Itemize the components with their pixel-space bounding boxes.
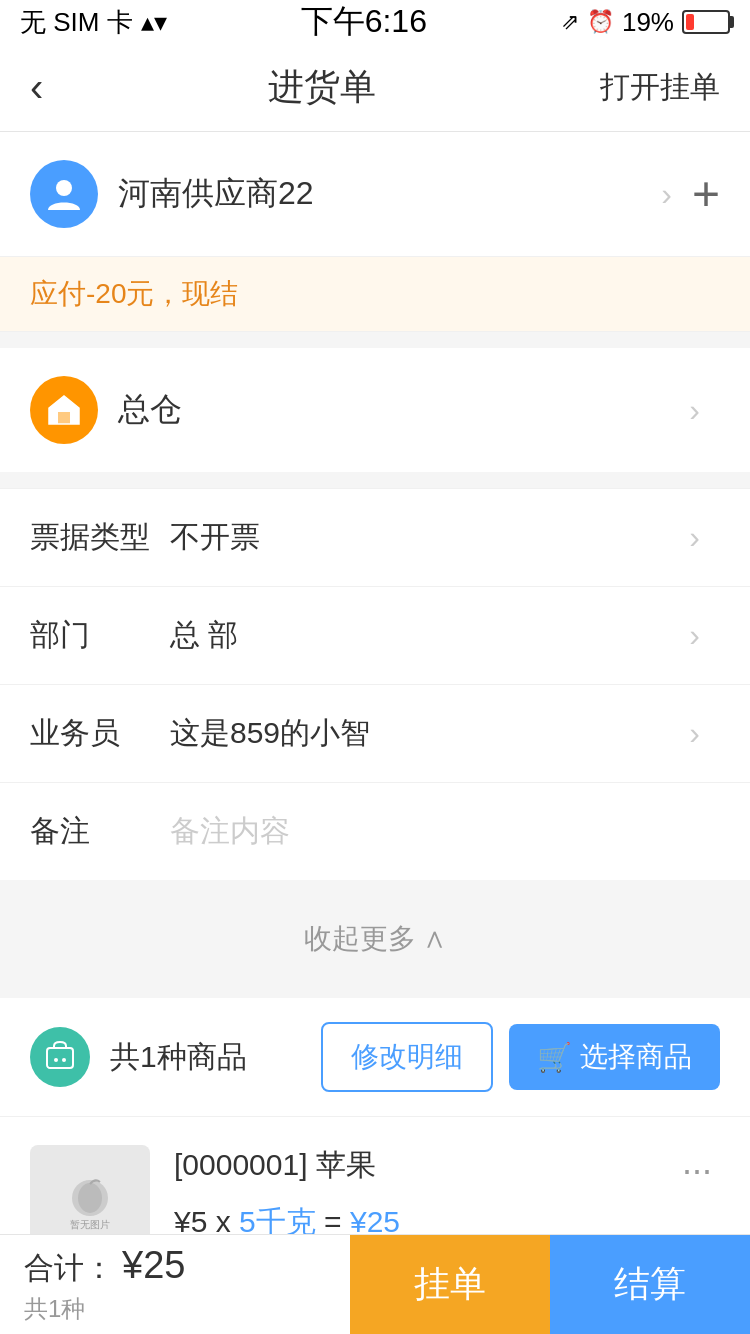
product-more-button[interactable]: ···: [674, 1145, 720, 1195]
warehouse-chevron-icon: ›: [689, 392, 700, 429]
collapse-label: 收起更多 ∧: [304, 920, 447, 958]
svg-rect-3: [47, 1048, 73, 1068]
product-name: [0000001] 苹果: [174, 1145, 674, 1186]
checkout-button[interactable]: 结算: [550, 1235, 750, 1334]
products-header: 共1种商品 修改明细 🛒 选择商品: [0, 998, 750, 1117]
department-chevron-icon: ›: [689, 617, 700, 654]
cart-add-icon: 🛒: [537, 1041, 572, 1074]
supplier-chevron-icon: ›: [661, 176, 672, 213]
remark-row[interactable]: 备注 备注内容: [0, 782, 750, 880]
warehouse-row[interactable]: 总仓 ›: [0, 348, 750, 472]
location-icon: ⇗: [561, 9, 579, 35]
wifi-icon: ▴▾: [141, 7, 167, 38]
svg-rect-2: [58, 412, 70, 424]
battery-pct: 19%: [622, 7, 674, 38]
supplier-section: 河南供应商22 › + 应付-20元，现结: [0, 132, 750, 332]
total-sub: 共1种: [24, 1293, 326, 1325]
supplier-name: 河南供应商22: [118, 172, 661, 216]
salesperson-value: 这是859的小智: [170, 713, 689, 754]
collapse-button[interactable]: 收起更多 ∧: [0, 896, 750, 982]
status-right: ⇗ ⏰ 19%: [561, 7, 730, 38]
warehouse-icon-wrap: [30, 376, 98, 444]
supplier-row[interactable]: 河南供应商22 › +: [0, 132, 750, 257]
person-icon: [44, 174, 84, 214]
status-left: 无 SIM 卡 ▴▾: [20, 5, 167, 40]
invoice-value: 不开票: [170, 517, 689, 558]
product-info: [0000001] 苹果 ¥5 x 5千克 = ¥25: [174, 1145, 674, 1243]
svg-point-0: [56, 180, 72, 196]
svg-point-7: [78, 1183, 102, 1213]
status-time: 下午6:16: [301, 0, 427, 44]
hold-order-button[interactable]: 挂单: [350, 1235, 550, 1334]
select-product-button[interactable]: 🛒 选择商品: [509, 1024, 720, 1090]
back-button[interactable]: ‹: [30, 65, 43, 110]
invoice-label: 票据类型: [30, 517, 170, 558]
product-thumb-image: 暂无图片: [55, 1170, 125, 1240]
warehouse-name: 总仓: [118, 388, 689, 432]
salesperson-label: 业务员: [30, 713, 170, 754]
warehouse-section: 总仓 ›: [0, 348, 750, 472]
remark-label: 备注: [30, 811, 170, 852]
add-supplier-button[interactable]: +: [692, 170, 720, 218]
page-title: 进货单: [268, 63, 376, 112]
salesperson-chevron-icon: ›: [689, 715, 700, 752]
products-icon-wrap: [30, 1027, 90, 1087]
department-row[interactable]: 部门 总 部 ›: [0, 586, 750, 684]
department-value: 总 部: [170, 615, 689, 656]
svg-point-4: [54, 1058, 58, 1062]
modify-detail-button[interactable]: 修改明细: [321, 1022, 493, 1092]
svg-point-5: [62, 1058, 66, 1062]
form-section: 票据类型 不开票 › 部门 总 部 › 业务员 这是859的小智 › 备注 备注…: [0, 488, 750, 880]
battery-indicator: [682, 10, 730, 34]
supplier-avatar: [30, 160, 98, 228]
cart-icon: [43, 1040, 77, 1074]
department-label: 部门: [30, 615, 170, 656]
nav-bar: ‹ 进货单 打开挂单: [0, 44, 750, 132]
svg-text:暂无图片: 暂无图片: [70, 1219, 110, 1230]
salesperson-row[interactable]: 业务员 这是859的小智 ›: [0, 684, 750, 782]
carrier-label: 无 SIM 卡: [20, 5, 133, 40]
warehouse-icon: [46, 392, 82, 428]
products-count: 共1种商品: [110, 1037, 321, 1078]
payment-notice: 应付-20元，现结: [0, 257, 750, 332]
status-bar: 无 SIM 卡 ▴▾ 下午6:16 ⇗ ⏰ 19%: [0, 0, 750, 44]
total-label: 合计： ¥25: [24, 1244, 326, 1289]
invoice-chevron-icon: ›: [689, 519, 700, 556]
total-area: 合计： ¥25 共1种: [0, 1235, 350, 1334]
main-content: 河南供应商22 › + 应付-20元，现结 总仓 › 票据类型 不开票 ›: [0, 132, 750, 1334]
bottom-bar: 合计： ¥25 共1种 挂单 结算: [0, 1234, 750, 1334]
invoice-row[interactable]: 票据类型 不开票 ›: [0, 488, 750, 586]
alarm-icon: ⏰: [587, 9, 614, 35]
open-hold-button[interactable]: 打开挂单: [600, 67, 720, 108]
remark-input[interactable]: 备注内容: [170, 811, 720, 852]
